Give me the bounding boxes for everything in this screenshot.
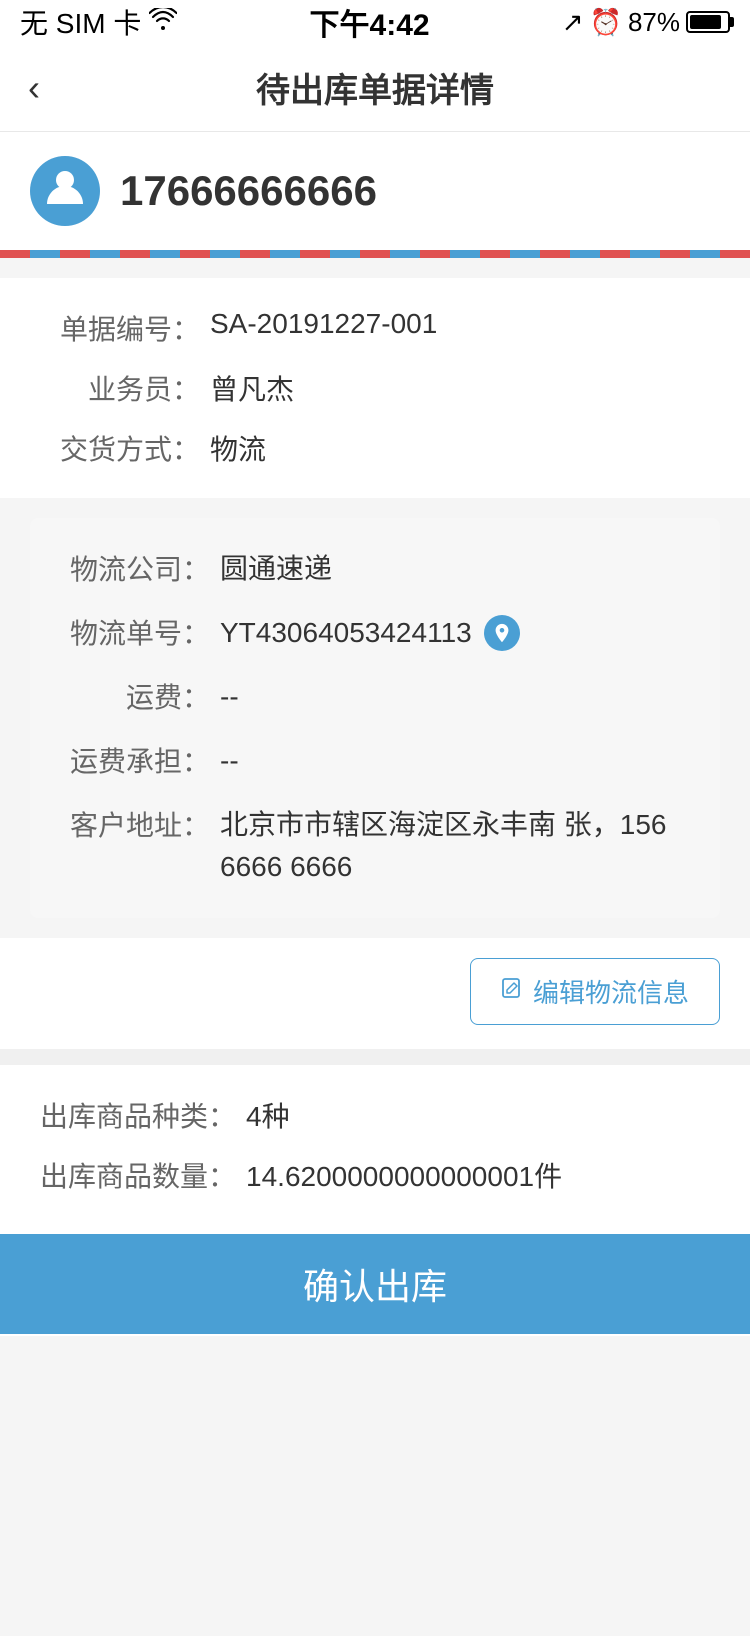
basic-info-section: 单据编号： SA-20191227-001 业务员： 曾凡杰 交货方式： 物流 [0, 278, 750, 498]
goods-summary-section: 出库商品种类： 4种 出库商品数量： 14.6200000000000001件 [0, 1065, 750, 1225]
tracking-number-row: 物流单号： YT43064053424113 [50, 612, 700, 654]
wifi-icon [149, 8, 177, 37]
tracking-number-value: YT43064053424113 [210, 612, 700, 654]
user-phone: 17666666666 [120, 167, 377, 215]
logistics-card: 物流公司： 圆通速递 物流单号： YT43064053424113 运费： --… [30, 518, 720, 918]
edit-logistics-button[interactable]: 编辑物流信息 [470, 958, 720, 1025]
confirm-button-label: 确认出库 [303, 1258, 447, 1310]
edit-icon [501, 977, 523, 1006]
alarm-icon: ⏰ [590, 7, 622, 38]
freight-row: 运费： -- [50, 676, 700, 718]
address-value: 北京市市辖区海淀区永丰南 张，156 6666 6666 [210, 804, 700, 888]
goods-quantity-label: 出库商品数量： [40, 1155, 236, 1195]
carrier-text: 无 SIM 卡 [20, 2, 141, 42]
delivery-method-value: 物流 [200, 428, 710, 468]
sales-person-value: 曾凡杰 [200, 368, 710, 408]
freight-bearer-label: 运费承担： [50, 740, 210, 780]
document-number-row: 单据编号： SA-20191227-001 [40, 308, 710, 348]
section-separator [0, 1049, 750, 1065]
goods-quantity-row: 出库商品数量： 14.6200000000000001件 [40, 1155, 710, 1195]
sales-person-row: 业务员： 曾凡杰 [40, 368, 710, 408]
freight-label: 运费： [50, 676, 210, 716]
battery-percent: 87% [628, 7, 680, 38]
tracking-location-button[interactable] [484, 615, 520, 651]
address-row: 客户地址： 北京市市辖区海淀区永丰南 张，156 6666 6666 [50, 804, 700, 888]
nav-bar: ‹ 待出库单据详情 [0, 44, 750, 132]
sales-person-label: 业务员： [40, 368, 200, 408]
freight-bearer-value: -- [210, 740, 700, 782]
dashed-divider [0, 250, 750, 258]
page-title: 待出库单据详情 [256, 63, 494, 112]
avatar-person-icon [43, 164, 87, 218]
freight-value: -- [210, 676, 700, 718]
goods-quantity-value: 14.6200000000000001件 [236, 1155, 710, 1195]
goods-types-value: 4种 [236, 1095, 710, 1135]
address-label: 客户地址： [50, 804, 210, 844]
goods-types-row: 出库商品种类： 4种 [40, 1095, 710, 1135]
document-number-value: SA-20191227-001 [200, 308, 710, 340]
goods-types-label: 出库商品种类： [40, 1095, 236, 1135]
back-button[interactable]: ‹ [28, 67, 40, 109]
logistics-company-row: 物流公司： 圆通速递 [50, 548, 700, 590]
status-time: 下午4:42 [310, 0, 430, 44]
delivery-method-row: 交货方式： 物流 [40, 428, 710, 468]
freight-bearer-row: 运费承担： -- [50, 740, 700, 782]
logistics-company-label: 物流公司： [50, 548, 210, 588]
delivery-method-label: 交货方式： [40, 428, 200, 468]
edit-logistics-area: 编辑物流信息 [0, 938, 750, 1049]
status-left: 无 SIM 卡 [20, 2, 177, 42]
document-number-label: 单据编号： [40, 308, 200, 348]
user-header: 17666666666 [0, 132, 750, 250]
battery-icon [686, 11, 730, 33]
location-arrow-icon: ↗ [562, 7, 584, 38]
status-right: ↗ ⏰ 87% [562, 7, 730, 38]
avatar [30, 156, 100, 226]
tracking-number-label: 物流单号： [50, 612, 210, 652]
confirm-button[interactable]: 确认出库 [0, 1234, 750, 1334]
logistics-company-value: 圆通速递 [210, 548, 700, 590]
status-bar: 无 SIM 卡 下午4:42 ↗ ⏰ 87% [0, 0, 750, 44]
edit-logistics-label: 编辑物流信息 [533, 973, 689, 1010]
empty-space [0, 1336, 750, 1536]
